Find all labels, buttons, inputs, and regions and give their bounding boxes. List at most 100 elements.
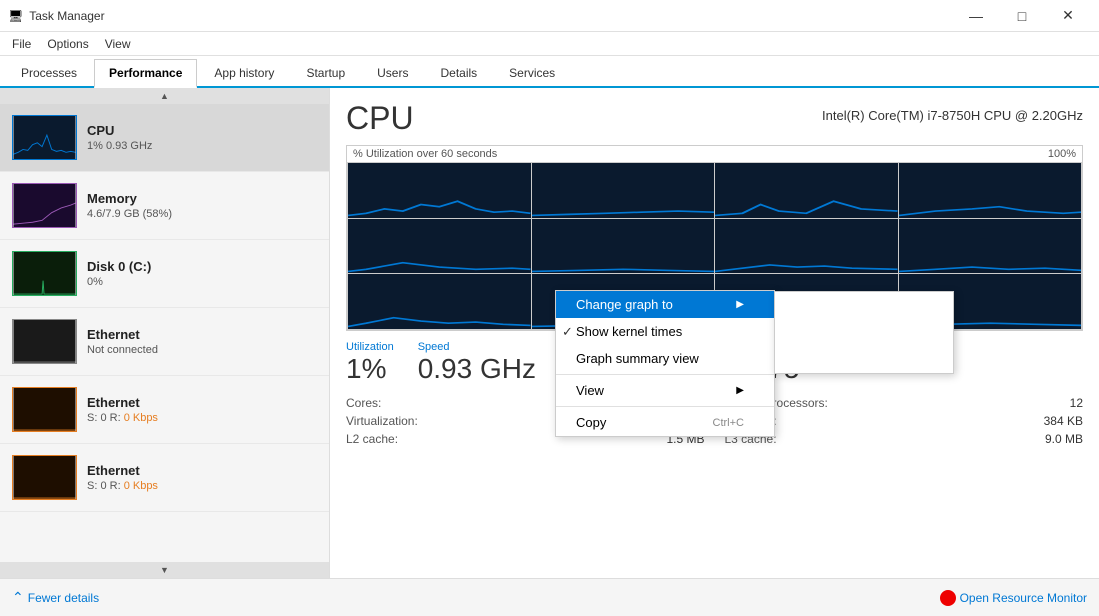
detail-l1: L1 cache: 384 KB xyxy=(725,413,1084,429)
ctx-view[interactable]: View ▶ xyxy=(556,377,774,404)
cpu-title: CPU xyxy=(346,100,414,137)
tab-services[interactable]: Services xyxy=(494,59,570,86)
resource-monitor-button[interactable]: Open Resource Monitor xyxy=(940,590,1087,606)
submenu-arrow: ▶ xyxy=(736,299,744,310)
utilization-value: 1% xyxy=(346,353,394,385)
sidebar-item-ethernet1[interactable]: Ethernet Not connected xyxy=(0,308,329,376)
graph-cell-7 xyxy=(899,219,1082,274)
sidebar-item-memory[interactable]: Memory 4.6/7.9 GB (58%) xyxy=(0,172,329,240)
sidebar-cpu-stat: 1% 0.93 GHz xyxy=(87,140,317,152)
detail-logical: Logical processors: 12 xyxy=(725,395,1084,411)
speed-label: Speed xyxy=(418,341,536,353)
resource-monitor-label: Open Resource Monitor xyxy=(960,591,1087,605)
ctx-change-graph[interactable]: Change graph to ▶ Overall utilization Lo… xyxy=(556,291,774,318)
scroll-down-button[interactable]: ▼ xyxy=(0,562,329,578)
sub-overall[interactable]: Overall utilization xyxy=(775,292,953,319)
sub-logical[interactable]: Logical processors xyxy=(775,319,953,346)
sidebar-ethernet2-stat: S: 0 R: 0 Kbps xyxy=(87,412,317,424)
tab-bar: Processes Performance App history Startu… xyxy=(0,56,1099,88)
sidebar-scroll-area: CPU 1% 0.93 GHz Memory 4.6/7.9 GB (5 xyxy=(0,104,329,562)
window-title: Task Manager xyxy=(29,9,953,23)
disk-thumb xyxy=(12,251,77,296)
ctx-graph-summary[interactable]: Graph summary view xyxy=(556,345,774,372)
app-icon: 🖥 xyxy=(8,9,23,23)
graph-cell-0 xyxy=(348,163,531,218)
sidebar-item-cpu[interactable]: CPU 1% 0.93 GHz xyxy=(0,104,329,172)
copy-shortcut: Ctrl+C xyxy=(713,417,744,429)
context-menu: Change graph to ▶ Overall utilization Lo… xyxy=(555,290,775,437)
sidebar-item-disk[interactable]: Disk 0 (C:) 0% xyxy=(0,240,329,308)
graph-cell-1 xyxy=(532,163,715,218)
fewer-details-label: Fewer details xyxy=(28,591,99,605)
ethernet3-thumb xyxy=(12,455,77,500)
l3-value: 9.0 MB xyxy=(1045,432,1083,446)
sidebar-memory-stat: 4.6/7.9 GB (58%) xyxy=(87,208,317,220)
sidebar-item-ethernet3[interactable]: Ethernet S: 0 R: 0 Kbps xyxy=(0,444,329,512)
speed-value: 0.93 GHz xyxy=(418,353,536,385)
scroll-up-button[interactable]: ▲ xyxy=(0,88,329,104)
l2-label: L2 cache: xyxy=(346,432,398,446)
logical-value: 12 xyxy=(1070,396,1083,410)
sidebar-ethernet3-name: Ethernet xyxy=(87,463,317,478)
memory-thumb xyxy=(12,183,77,228)
tab-startup[interactable]: Startup xyxy=(291,59,360,86)
cpu-model: Intel(R) Core(TM) i7-8750H CPU @ 2.20GHz xyxy=(822,108,1083,123)
submenu: Overall utilization Logical processors N… xyxy=(774,291,954,374)
ethernet2-thumb xyxy=(12,387,77,432)
chevron-up-icon: ⌃ xyxy=(12,589,24,606)
tab-app-history[interactable]: App history xyxy=(199,59,289,86)
resource-monitor-icon xyxy=(940,590,956,606)
graph-cell-8 xyxy=(348,274,531,329)
speed-block: Speed 0.93 GHz xyxy=(418,341,536,385)
graph-cell-3 xyxy=(899,163,1082,218)
minimize-button[interactable]: — xyxy=(953,0,999,32)
detail-l3: L3 cache: 9.0 MB xyxy=(725,431,1084,447)
ctx-copy[interactable]: Copy Ctrl+C xyxy=(556,409,774,436)
sidebar-ethernet2-name: Ethernet xyxy=(87,395,317,410)
utilization-label: Utilization xyxy=(346,341,394,353)
sidebar-ethernet1-name: Ethernet xyxy=(87,327,317,342)
tab-processes[interactable]: Processes xyxy=(6,59,92,86)
sidebar-ethernet1-stat: Not connected xyxy=(87,344,317,356)
tab-details[interactable]: Details xyxy=(425,59,492,86)
sidebar-cpu-name: CPU xyxy=(87,123,317,138)
menu-view[interactable]: View xyxy=(97,32,139,55)
view-submenu-arrow: ▶ xyxy=(736,385,744,396)
sidebar-disk-stat: 0% xyxy=(87,276,317,288)
ctx-separator-2 xyxy=(556,406,774,407)
graph-cell-4 xyxy=(348,219,531,274)
menu-file[interactable]: File xyxy=(4,32,39,55)
close-button[interactable]: ✕ xyxy=(1045,0,1091,32)
graph-cell-2 xyxy=(715,163,898,218)
sidebar-disk-name: Disk 0 (C:) xyxy=(87,259,317,274)
cpu-header: CPU Intel(R) Core(TM) i7-8750H CPU @ 2.2… xyxy=(346,100,1083,137)
tab-performance[interactable]: Performance xyxy=(94,59,197,88)
title-bar: 🖥 Task Manager — □ ✕ xyxy=(0,0,1099,32)
bottom-bar: ⌃ Fewer details Open Resource Monitor xyxy=(0,578,1099,616)
graph-label: % Utilization over 60 seconds xyxy=(353,148,497,160)
menu-bar: File Options View xyxy=(0,32,1099,56)
right-panel: CPU Intel(R) Core(TM) i7-8750H CPU @ 2.2… xyxy=(330,88,1099,578)
sidebar-item-ethernet2[interactable]: Ethernet S: 0 R: 0 Kbps xyxy=(0,376,329,444)
l1-value: 384 KB xyxy=(1044,414,1083,428)
maximize-button[interactable]: □ xyxy=(999,0,1045,32)
graph-max: 100% xyxy=(1048,148,1076,160)
virt-label: Virtualization: xyxy=(346,414,418,428)
cpu-thumb xyxy=(12,115,77,160)
sidebar-memory-name: Memory xyxy=(87,191,317,206)
ethernet1-thumb xyxy=(12,319,77,364)
sub-numa[interactable]: NUMA nodes xyxy=(775,346,953,373)
tab-users[interactable]: Users xyxy=(362,59,423,86)
graph-cell-5 xyxy=(532,219,715,274)
ctx-separator-1 xyxy=(556,374,774,375)
main-content: ▲ CPU 1% 0.93 GHz xyxy=(0,88,1099,578)
fewer-details-button[interactable]: ⌃ Fewer details xyxy=(12,589,99,606)
graph-cell-6 xyxy=(715,219,898,274)
window-controls: — □ ✕ xyxy=(953,0,1091,32)
ctx-show-kernel[interactable]: Show kernel times xyxy=(556,318,774,345)
utilization-block: Utilization 1% xyxy=(346,341,394,385)
sidebar: ▲ CPU 1% 0.93 GHz xyxy=(0,88,330,578)
cores-label: Cores: xyxy=(346,396,381,410)
menu-options[interactable]: Options xyxy=(39,32,96,55)
sidebar-ethernet3-stat: S: 0 R: 0 Kbps xyxy=(87,480,317,492)
